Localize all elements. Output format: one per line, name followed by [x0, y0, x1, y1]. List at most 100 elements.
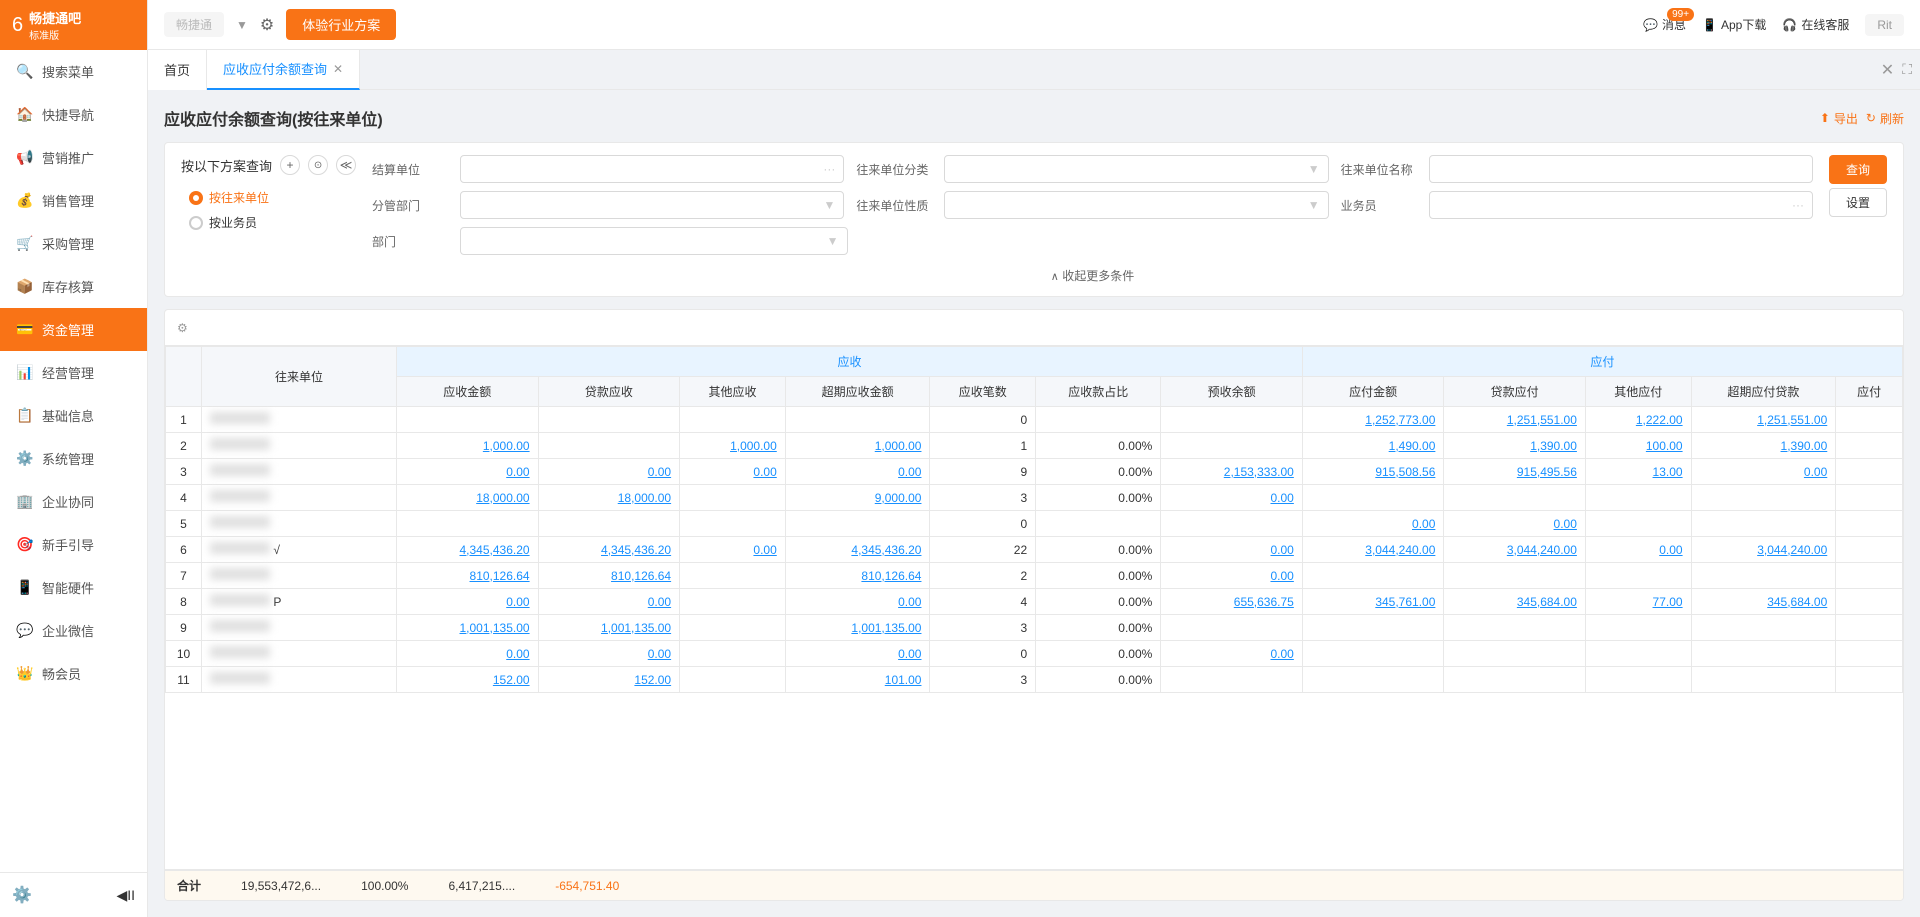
cell-overdue_recv[interactable]: 4,345,436.20 [785, 537, 930, 563]
app-download-button[interactable]: 📱 App下载 [1702, 16, 1766, 33]
link-value[interactable]: 101.00 [885, 673, 922, 687]
link-value[interactable]: 0.00 [648, 647, 671, 661]
link-value[interactable]: 0.00 [1270, 569, 1293, 583]
collapse-icon[interactable]: ◀II [116, 887, 135, 904]
link-value[interactable]: 1,000.00 [730, 439, 777, 453]
link-value[interactable]: 0.00 [898, 595, 921, 609]
link-value[interactable]: 1,000.00 [875, 439, 922, 453]
refresh-button[interactable]: ↻ 刷新 [1866, 110, 1904, 127]
link-value[interactable]: 100.00 [1646, 439, 1683, 453]
link-value[interactable]: 0.00 [753, 543, 776, 557]
filter-collapse-icon[interactable]: ≪ [336, 155, 356, 175]
cell-other_pay[interactable]: 0.00 [1585, 537, 1691, 563]
link-value[interactable]: 77.00 [1653, 595, 1683, 609]
cell-loan_recv[interactable]: 810,126.64 [538, 563, 680, 589]
cell-overdue_recv[interactable]: 1,001,135.00 [785, 615, 930, 641]
link-value[interactable]: 915,495.56 [1517, 465, 1577, 479]
tab-home[interactable]: 首页 [148, 50, 207, 90]
cell-prepay[interactable]: 0.00 [1161, 485, 1303, 511]
cell-overdue_pay[interactable]: 0.00 [1691, 459, 1836, 485]
link-value[interactable]: 0.00 [648, 595, 671, 609]
link-value[interactable]: 9,000.00 [875, 491, 922, 505]
unit-type-input[interactable]: ▼ [944, 155, 1328, 183]
unit-nature-input[interactable]: ▼ [944, 191, 1328, 219]
cell-payable[interactable]: 1,490.00 [1302, 433, 1444, 459]
link-value[interactable]: 13.00 [1653, 465, 1683, 479]
cell-payable[interactable]: 345,761.00 [1302, 589, 1444, 615]
cell-receivable[interactable]: 1,000.00 [397, 433, 539, 459]
cell-receivable[interactable]: 18,000.00 [397, 485, 539, 511]
link-value[interactable]: 3,044,240.00 [1365, 543, 1435, 557]
cell-loan_recv[interactable]: 1,001,135.00 [538, 615, 680, 641]
filter-add-button[interactable]: + [280, 155, 300, 175]
cell-other_recv[interactable]: 0.00 [680, 537, 786, 563]
link-value[interactable]: 3,044,240.00 [1507, 543, 1577, 557]
cell-loan_recv[interactable]: 0.00 [538, 459, 680, 485]
link-value[interactable]: 0.00 [506, 647, 529, 661]
sidebar-item-search[interactable]: 🔍 搜索菜单 [0, 50, 147, 93]
link-value[interactable]: 655,636.75 [1234, 595, 1294, 609]
cell-receivable[interactable]: 152.00 [397, 667, 539, 693]
link-value[interactable]: 1,390.00 [1781, 439, 1828, 453]
link-value[interactable]: 0.00 [898, 647, 921, 661]
cell-loan_recv[interactable]: 0.00 [538, 641, 680, 667]
link-value[interactable]: 0.00 [1412, 517, 1435, 531]
cell-loan_pay[interactable]: 915,495.56 [1444, 459, 1586, 485]
sidebar-item-member[interactable]: 👑 畅会员 [0, 652, 147, 695]
link-value[interactable]: 2,153,333.00 [1224, 465, 1294, 479]
table-settings-icon[interactable]: ⚙ [177, 321, 188, 335]
cell-overdue_pay[interactable]: 1,251,551.00 [1691, 407, 1836, 433]
sidebar-item-corp[interactable]: 🏢 企业协同 [0, 480, 147, 523]
cell-overdue_recv[interactable]: 0.00 [785, 459, 930, 485]
cell-prepay[interactable]: 0.00 [1161, 537, 1303, 563]
sidebar-item-operations[interactable]: 📊 经营管理 [0, 351, 147, 394]
cell-receivable[interactable]: 1,001,135.00 [397, 615, 539, 641]
cell-payable[interactable]: 0.00 [1302, 511, 1444, 537]
link-value[interactable]: 1,001,135.00 [601, 621, 671, 635]
link-value[interactable]: 1,251,551.00 [1757, 413, 1827, 427]
topbar-dropdown-arrow[interactable]: ▼ [236, 18, 248, 32]
link-value[interactable]: 0.00 [506, 465, 529, 479]
cell-loan_pay[interactable]: 1,390.00 [1444, 433, 1586, 459]
cell-overdue_recv[interactable]: 1,000.00 [785, 433, 930, 459]
cell-payable[interactable]: 1,252,773.00 [1302, 407, 1444, 433]
link-value[interactable]: 18,000.00 [618, 491, 671, 505]
link-value[interactable]: 1,000.00 [483, 439, 530, 453]
promo-button[interactable]: 体验行业方案 [286, 9, 396, 40]
link-value[interactable]: 4,345,436.20 [460, 543, 530, 557]
cell-other_pay[interactable]: 100.00 [1585, 433, 1691, 459]
link-value[interactable]: 152.00 [493, 673, 530, 687]
window-close-icon[interactable]: ✕ [1881, 60, 1894, 80]
salesman-input[interactable]: ··· [1429, 191, 1813, 219]
link-value[interactable]: 810,126.64 [611, 569, 671, 583]
cell-loan_recv[interactable]: 152.00 [538, 667, 680, 693]
sidebar-item-basic[interactable]: 📋 基础信息 [0, 394, 147, 437]
cell-loan_pay[interactable]: 3,044,240.00 [1444, 537, 1586, 563]
cell-other_recv[interactable]: 1,000.00 [680, 433, 786, 459]
cell-loan_recv[interactable]: 18,000.00 [538, 485, 680, 511]
cell-overdue_pay[interactable]: 1,390.00 [1691, 433, 1836, 459]
scheme-by-salesman[interactable]: 按业务员 [181, 210, 356, 235]
cell-other_recv[interactable]: 0.00 [680, 459, 786, 485]
cell-payable[interactable]: 3,044,240.00 [1302, 537, 1444, 563]
collapse-button[interactable]: 收起更多条件 [1062, 269, 1134, 283]
link-value[interactable]: 1,001,135.00 [851, 621, 921, 635]
cell-payable[interactable]: 915,508.56 [1302, 459, 1444, 485]
link-value[interactable]: 3,044,240.00 [1757, 543, 1827, 557]
link-value[interactable]: 4,345,436.20 [601, 543, 671, 557]
sidebar-item-finance[interactable]: 💳 资金管理 [0, 308, 147, 351]
link-value[interactable]: 0.00 [753, 465, 776, 479]
link-value[interactable]: 18,000.00 [476, 491, 529, 505]
link-value[interactable]: 915,508.56 [1375, 465, 1435, 479]
cell-other_pay[interactable]: 77.00 [1585, 589, 1691, 615]
sidebar-item-weixin[interactable]: 💬 企业微信 [0, 609, 147, 652]
topbar-gear-icon[interactable]: ⚙ [260, 15, 274, 35]
tab-receivable[interactable]: 应收应付余额查询 ✕ [207, 50, 360, 90]
cell-overdue_recv[interactable]: 101.00 [785, 667, 930, 693]
sidebar-item-marketing[interactable]: 📢 营销推广 [0, 136, 147, 179]
link-value[interactable]: 810,126.64 [861, 569, 921, 583]
cell-loan_pay[interactable]: 1,251,551.00 [1444, 407, 1586, 433]
link-value[interactable]: 810,126.64 [470, 569, 530, 583]
cell-receivable[interactable]: 810,126.64 [397, 563, 539, 589]
cell-receivable[interactable]: 0.00 [397, 641, 539, 667]
